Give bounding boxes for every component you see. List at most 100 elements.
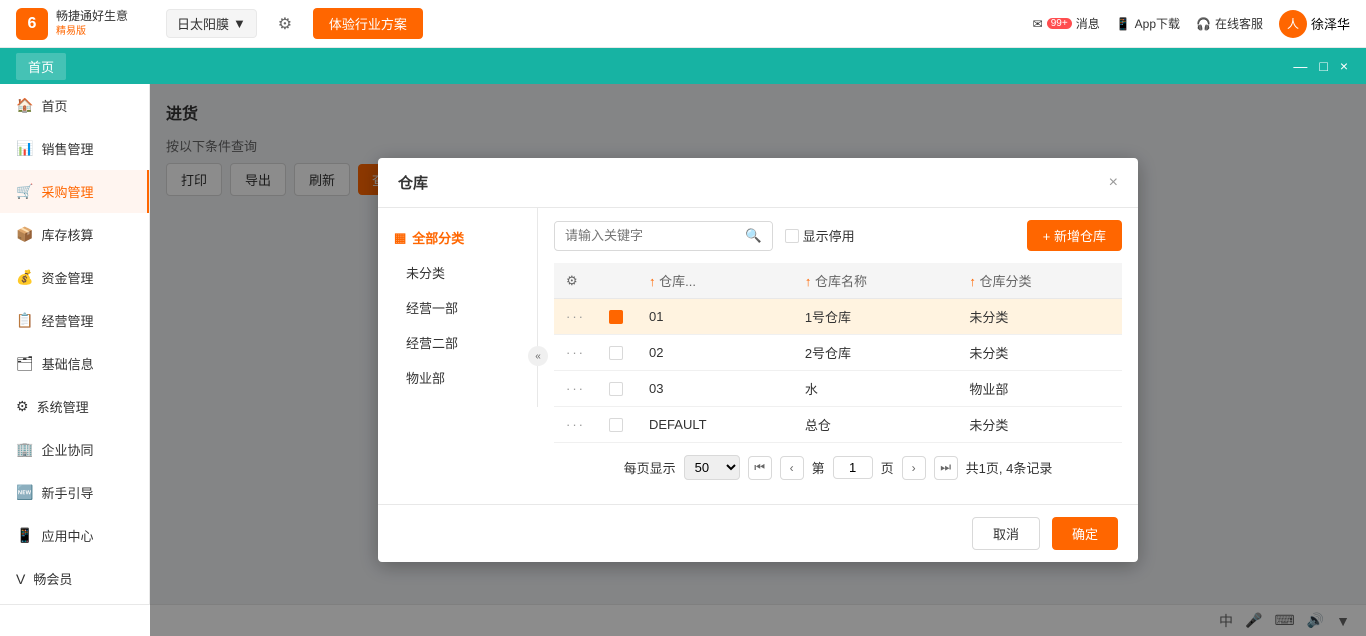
grid-icon: ▦ — [394, 230, 406, 246]
company-selector[interactable]: 日太阳膜 ▼ — [166, 9, 257, 38]
minimize-icon[interactable]: — — [1291, 56, 1309, 76]
logo-area: 6 畅捷通好生意 精易版 — [16, 8, 166, 40]
row-check-cell — [597, 335, 637, 371]
row-category: 未分类 — [957, 335, 1122, 371]
more-actions-icon[interactable]: ··· — [566, 309, 585, 324]
show-disabled-checkbox[interactable] — [785, 229, 799, 243]
category-all[interactable]: ▦ 全部分类 — [378, 220, 537, 255]
logo-icon: 6 — [16, 8, 48, 40]
header-right: ✉ 99+ 消息 📱 App下载 🎧 在线客服 人 徐泽华 — [1033, 10, 1350, 38]
sidebar: 🏠 首页 📊 销售管理 🛒 采购管理 📦 库存核算 💰 资金管理 📋 经营管理 … — [0, 84, 150, 636]
row-code: 02 — [637, 335, 793, 371]
sidebar-item-appcenter[interactable]: 📱 应用中心 — [0, 514, 149, 557]
row-name: 1号仓库 — [793, 299, 958, 335]
row-code: 01 — [637, 299, 793, 335]
first-page-button[interactable]: ⏮ — [748, 456, 772, 480]
row-checkbox[interactable] — [609, 418, 623, 432]
collapse-panel-button[interactable]: « — [528, 346, 548, 366]
col-code: ↑ 仓库... — [637, 263, 793, 299]
modal-title: 仓库 — [398, 172, 428, 193]
category-item-ops1[interactable]: 经营一部 — [378, 290, 537, 325]
category-item-property[interactable]: 物业部 — [378, 360, 537, 395]
sidebar-item-home[interactable]: 🏠 首页 — [0, 84, 149, 127]
inventory-icon: 📦 — [16, 226, 33, 243]
settings-button[interactable]: ⚙ — [269, 8, 301, 40]
system-icon: ⚙ — [16, 398, 29, 415]
sidebar-item-inventory[interactable]: 📦 库存核算 — [0, 213, 149, 256]
header-middle: 日太阳膜 ▼ ⚙ 体验行业方案 — [166, 8, 1033, 40]
trial-button[interactable]: 体验行业方案 — [313, 8, 423, 39]
tab-home[interactable]: 首页 — [16, 53, 66, 80]
modal-close-button[interactable]: × — [1109, 174, 1118, 192]
show-disabled-label[interactable]: 显示停用 — [785, 226, 855, 245]
appcenter-icon: 📱 — [16, 527, 33, 544]
cancel-button[interactable]: 取消 — [972, 517, 1040, 550]
modal-header: 仓库 × — [378, 158, 1138, 208]
row-code: 03 — [637, 371, 793, 407]
search-button[interactable]: 🔍 — [735, 222, 772, 250]
sidebar-item-basic[interactable]: 🗂 基础信息 — [0, 342, 149, 385]
modal-body: ▦ 全部分类 未分类 经营一部 经营二部 物业部 « — [378, 208, 1138, 504]
sidebar-item-guide[interactable]: 🆕 新手引导 — [0, 471, 149, 514]
row-check-cell — [597, 371, 637, 407]
category-item-ops2[interactable]: 经营二部 — [378, 325, 537, 360]
sidebar-item-sales[interactable]: 📊 销售管理 — [0, 127, 149, 170]
row-actions[interactable]: ··· — [554, 299, 597, 335]
top-header: 6 畅捷通好生意 精易版 日太阳膜 ▼ ⚙ 体验行业方案 ✉ 99+ 消息 📱 … — [0, 0, 1366, 48]
more-actions-icon[interactable]: ··· — [566, 381, 585, 396]
chevron-down-icon: ▼ — [233, 16, 246, 31]
row-category: 未分类 — [957, 299, 1122, 335]
row-checkbox[interactable] — [609, 346, 623, 360]
row-check-cell — [597, 407, 637, 443]
col-category: ↑ 仓库分类 — [957, 263, 1122, 299]
headphone-icon: 🎧 — [1196, 17, 1211, 31]
row-actions[interactable]: ··· — [554, 407, 597, 443]
add-warehouse-button[interactable]: + 新增仓库 — [1027, 220, 1122, 251]
home-icon: 🏠 — [16, 97, 33, 114]
enterprise-icon: 🏢 — [16, 441, 33, 458]
row-checkbox[interactable] — [609, 310, 623, 324]
message-icon: ✉ — [1033, 17, 1043, 31]
table-row[interactable]: ··· 01 1号仓库 未分类 — [554, 299, 1122, 335]
pagination: 每页显示 50 10 20 100 ⏮ ‹ 第 页 — [554, 443, 1122, 492]
modal-footer: 取消 确定 — [378, 504, 1138, 562]
table-row[interactable]: ··· 03 水 物业部 — [554, 371, 1122, 407]
modal-overlay: 仓库 × ▦ 全部分类 未分类 经营一部 经营 — [150, 84, 1366, 636]
confirm-button[interactable]: 确定 — [1052, 517, 1118, 550]
sidebar-item-system[interactable]: ⚙ 系统管理 — [0, 385, 149, 428]
sidebar-item-finance[interactable]: 💰 资金管理 — [0, 256, 149, 299]
close-icon[interactable]: × — [1338, 56, 1350, 76]
page-size-select[interactable]: 50 10 20 100 — [684, 455, 740, 480]
next-page-button[interactable]: › — [902, 456, 926, 480]
table-row[interactable]: ··· 02 2号仓库 未分类 — [554, 335, 1122, 371]
prev-page-button[interactable]: ‹ — [780, 456, 804, 480]
purchase-icon: 🛒 — [16, 183, 33, 200]
search-input[interactable] — [555, 222, 735, 249]
more-actions-icon[interactable]: ··· — [566, 345, 585, 360]
row-actions[interactable]: ··· — [554, 371, 597, 407]
row-actions[interactable]: ··· — [554, 335, 597, 371]
user-info[interactable]: 人 徐泽华 — [1279, 10, 1350, 38]
sidebar-item-purchase[interactable]: 🛒 采购管理 — [0, 170, 149, 213]
message-button[interactable]: ✉ 99+ 消息 — [1033, 15, 1100, 32]
page-input[interactable] — [833, 456, 873, 479]
table-wrap: ⚙ ↑ 仓库... ↑ 仓库名称 — [554, 263, 1122, 443]
more-actions-icon[interactable]: ··· — [566, 417, 585, 432]
app-download-button[interactable]: 📱 App下载 — [1116, 15, 1180, 32]
row-name: 2号仓库 — [793, 335, 958, 371]
table-row[interactable]: ··· DEFAULT 总仓 未分类 — [554, 407, 1122, 443]
online-service-button[interactable]: 🎧 在线客服 — [1196, 15, 1263, 32]
row-checkbox[interactable] — [609, 382, 623, 396]
sidebar-item-vip[interactable]: V 畅会员 — [0, 557, 149, 600]
page-content: 进货 按以下条件查询 打印 导出 刷新 查询 设置 仓库 × — [150, 84, 1366, 636]
sidebar-item-operations[interactable]: 📋 经营管理 — [0, 299, 149, 342]
last-page-button[interactable]: ⏭ — [934, 456, 958, 480]
sort-name-icon: ↑ — [805, 274, 812, 289]
row-check-cell — [597, 299, 637, 335]
avatar: 人 — [1279, 10, 1307, 38]
sidebar-item-enterprise[interactable]: 🏢 企业协同 — [0, 428, 149, 471]
search-box: 🔍 — [554, 221, 773, 251]
category-item-unclassified[interactable]: 未分类 — [378, 255, 537, 290]
finance-icon: 💰 — [16, 269, 33, 286]
maximize-icon[interactable]: □ — [1317, 56, 1329, 76]
